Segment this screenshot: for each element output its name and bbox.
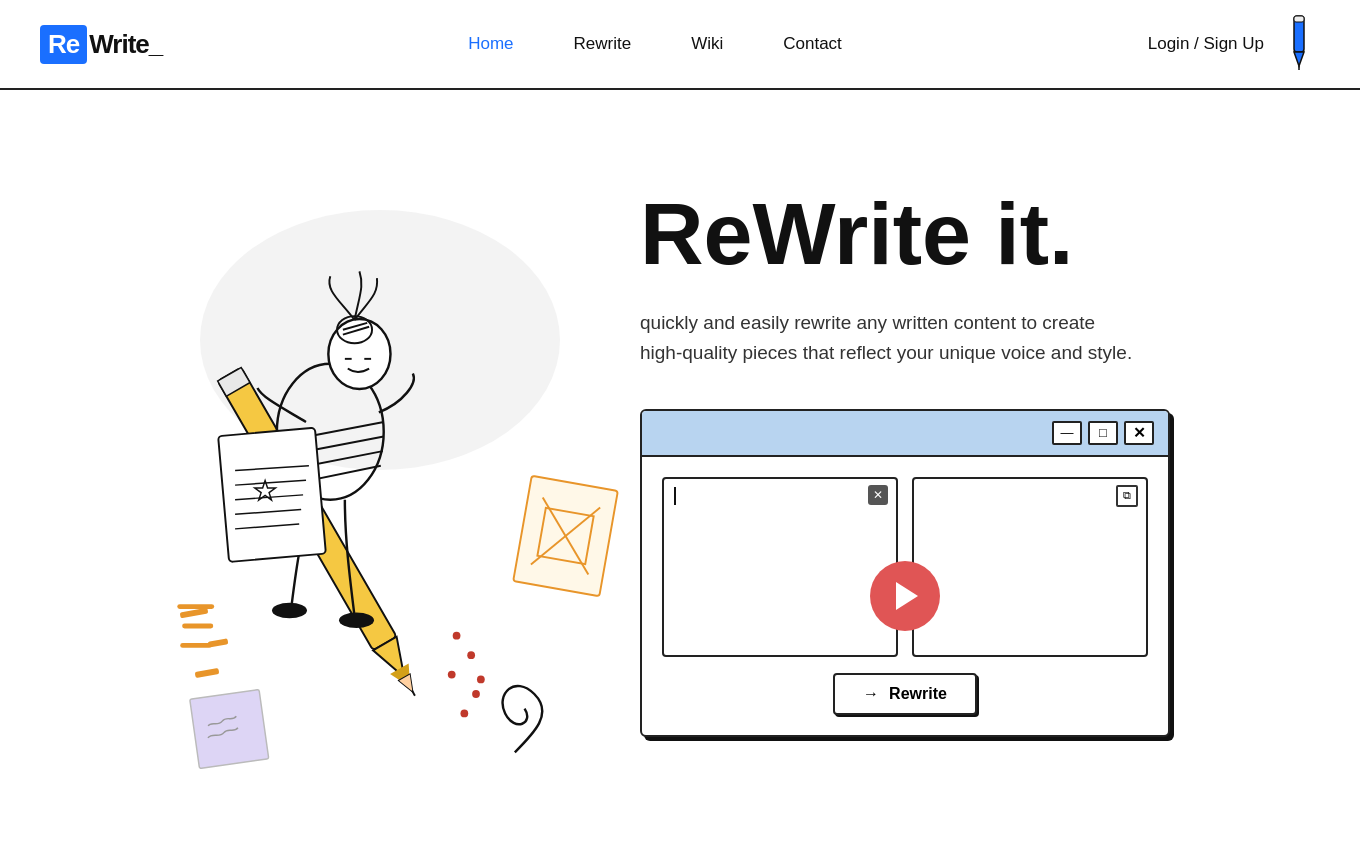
logo-write: Write xyxy=(89,29,149,60)
nav-link-wiki[interactable]: Wiki xyxy=(691,34,723,53)
nav-item-rewrite[interactable]: Rewrite xyxy=(574,34,632,54)
main-illustration: ★ xyxy=(60,150,620,830)
input-text-box[interactable]: ✕ xyxy=(662,477,898,657)
play-triangle-icon xyxy=(896,582,918,610)
rewrite-btn-row: → Rewrite xyxy=(662,673,1148,715)
nav-links: Home Rewrite Wiki Contact xyxy=(468,34,842,54)
hero-illustration: ★ xyxy=(60,150,620,830)
hero-subtitle: quickly and easily rewrite any written c… xyxy=(640,308,1140,369)
svg-point-22 xyxy=(339,612,374,628)
window-close-button[interactable]: ✕ xyxy=(1124,421,1154,445)
window-titlebar: — □ ✕ xyxy=(642,411,1168,457)
svg-text:★: ★ xyxy=(253,475,277,506)
nav-link-contact[interactable]: Contact xyxy=(783,34,842,53)
svg-point-21 xyxy=(272,603,307,619)
output-text-box[interactable]: ⧉ xyxy=(912,477,1148,657)
nav-item-home[interactable]: Home xyxy=(468,34,513,54)
svg-point-38 xyxy=(453,632,461,640)
svg-point-43 xyxy=(477,676,485,684)
rewrite-arrow-icon: → xyxy=(863,685,879,703)
hero-section: ★ xyxy=(0,90,1360,850)
svg-point-39 xyxy=(467,651,475,659)
svg-point-40 xyxy=(448,671,456,679)
copy-output-button[interactable]: ⧉ xyxy=(1116,485,1138,507)
svg-line-9 xyxy=(412,691,415,696)
nav-right: Login / Sign Up xyxy=(1148,14,1320,74)
nav-link-home[interactable]: Home xyxy=(468,34,513,53)
navbar: ReWrite_ Home Rewrite Wiki Contact Login… xyxy=(0,0,1360,90)
hero-title: ReWrite it. xyxy=(640,190,1300,278)
text-cursor xyxy=(674,487,676,505)
svg-point-42 xyxy=(460,710,468,718)
svg-point-41 xyxy=(472,690,480,698)
rewrite-button-label: Rewrite xyxy=(889,685,947,703)
clear-input-button[interactable]: ✕ xyxy=(868,485,888,505)
rewrite-button[interactable]: → Rewrite xyxy=(833,673,977,715)
pen-svg xyxy=(1284,14,1314,70)
svg-rect-3 xyxy=(1294,16,1304,22)
logo-cursor: _ xyxy=(149,29,162,60)
logo[interactable]: ReWrite_ xyxy=(40,25,162,64)
login-signup-button[interactable]: Login / Sign Up xyxy=(1148,34,1264,54)
window-maximize-button[interactable]: □ xyxy=(1088,421,1118,445)
nav-item-contact[interactable]: Contact xyxy=(783,34,842,54)
svg-rect-30 xyxy=(190,689,269,768)
nav-link-rewrite[interactable]: Rewrite xyxy=(574,34,632,53)
svg-marker-1 xyxy=(1294,52,1304,66)
hero-content: ReWrite it. quickly and easily rewrite a… xyxy=(620,150,1300,737)
play-button[interactable] xyxy=(870,561,940,631)
window-body: ✕ ⧉ → Rewrite xyxy=(642,457,1168,735)
window-minimize-button[interactable]: — xyxy=(1052,421,1082,445)
logo-re: Re xyxy=(40,25,87,64)
pen-icon xyxy=(1284,14,1320,74)
nav-item-wiki[interactable]: Wiki xyxy=(691,34,723,54)
app-window: — □ ✕ ✕ ⧉ xyxy=(640,409,1170,737)
